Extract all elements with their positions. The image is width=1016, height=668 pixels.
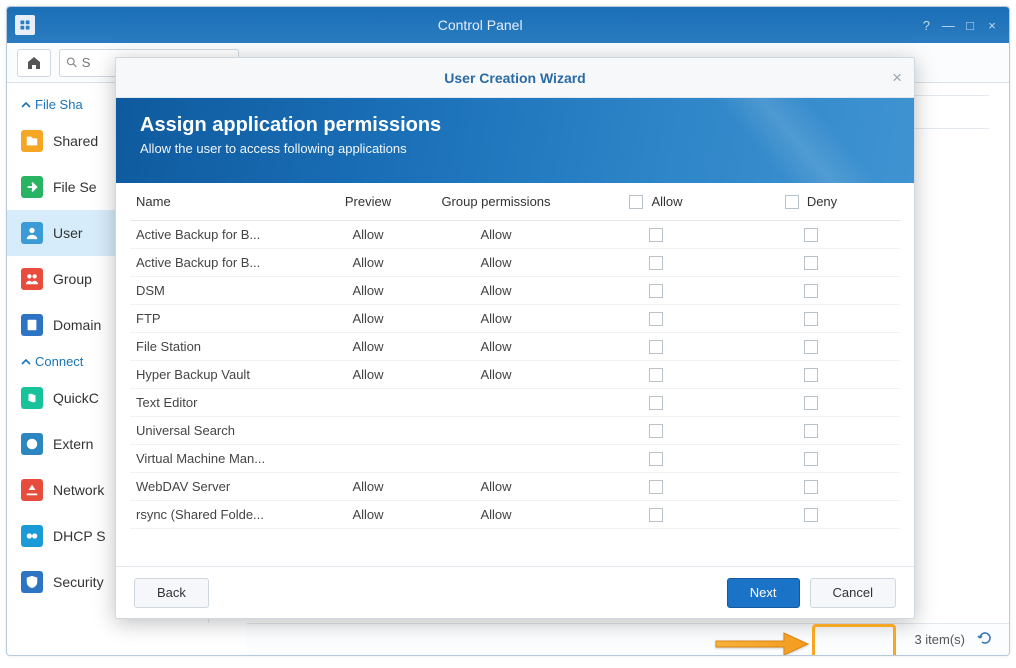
app-name: Text Editor (130, 395, 320, 410)
deny-checkbox[interactable] (804, 396, 818, 410)
app-name: WebDAV Server (130, 479, 320, 494)
permission-row: Active Backup for B...AllowAllow (130, 249, 900, 277)
col-name[interactable]: Name (130, 194, 320, 209)
app-group-perm: Allow (416, 479, 576, 494)
deny-checkbox[interactable] (804, 452, 818, 466)
allow-checkbox[interactable] (649, 228, 663, 242)
modal-footer: Back Next Cancel (116, 566, 914, 618)
permission-row: File StationAllowAllow (130, 333, 900, 361)
allow-checkbox[interactable] (649, 480, 663, 494)
deny-checkbox[interactable] (804, 340, 818, 354)
permission-row: FTPAllowAllow (130, 305, 900, 333)
allow-checkbox[interactable] (649, 368, 663, 382)
modal-subheading: Allow the user to access following appli… (140, 141, 890, 156)
permissions-header: Name Preview Group permissions Allow Den… (130, 183, 900, 221)
app-group-perm: Allow (416, 367, 576, 382)
permission-row: Text Editor (130, 389, 900, 417)
col-preview[interactable]: Preview (320, 194, 416, 209)
col-deny[interactable]: Deny (736, 194, 886, 209)
control-panel-window: Control Panel ? — □ × File Sha SharedFil… (6, 6, 1010, 656)
app-preview: Allow (320, 255, 416, 270)
modal-heading: Assign application permissions (140, 114, 890, 137)
app-preview: Allow (320, 283, 416, 298)
app-preview: Allow (320, 367, 416, 382)
allow-checkbox[interactable] (649, 256, 663, 270)
allow-checkbox[interactable] (649, 508, 663, 522)
deny-checkbox[interactable] (804, 508, 818, 522)
app-group-perm: Allow (416, 311, 576, 326)
app-name: File Station (130, 339, 320, 354)
app-group-perm: Allow (416, 283, 576, 298)
app-preview: Allow (320, 227, 416, 242)
allow-checkbox[interactable] (649, 396, 663, 410)
allow-all-checkbox[interactable] (629, 195, 643, 209)
app-name: Hyper Backup Vault (130, 367, 320, 382)
col-allow[interactable]: Allow (576, 194, 736, 209)
app-name: DSM (130, 283, 320, 298)
permission-row: Hyper Backup VaultAllowAllow (130, 361, 900, 389)
deny-checkbox[interactable] (804, 424, 818, 438)
app-group-perm: Allow (416, 507, 576, 522)
permission-row: DSMAllowAllow (130, 277, 900, 305)
back-button[interactable]: Back (134, 578, 209, 608)
modal-close-button[interactable]: × (892, 68, 902, 88)
permission-row: Virtual Machine Man... (130, 445, 900, 473)
permission-row: rsync (Shared Folde...AllowAllow (130, 501, 900, 529)
app-preview: Allow (320, 311, 416, 326)
modal-banner: Assign application permissions Allow the… (116, 98, 914, 183)
app-name: FTP (130, 311, 320, 326)
app-preview: Allow (320, 507, 416, 522)
permission-row: Active Backup for B...AllowAllow (130, 221, 900, 249)
app-preview: Allow (320, 479, 416, 494)
app-name: Active Backup for B... (130, 227, 320, 242)
user-creation-wizard: User Creation Wizard × Assign applicatio… (115, 57, 915, 619)
app-group-perm: Allow (416, 227, 576, 242)
deny-all-checkbox[interactable] (785, 195, 799, 209)
allow-checkbox[interactable] (649, 340, 663, 354)
deny-checkbox[interactable] (804, 480, 818, 494)
deny-checkbox[interactable] (804, 256, 818, 270)
app-group-perm: Allow (416, 339, 576, 354)
deny-checkbox[interactable] (804, 284, 818, 298)
app-preview: Allow (320, 339, 416, 354)
allow-checkbox[interactable] (649, 424, 663, 438)
allow-checkbox[interactable] (649, 284, 663, 298)
permission-row: WebDAV ServerAllowAllow (130, 473, 900, 501)
cancel-button[interactable]: Cancel (810, 578, 896, 608)
next-button[interactable]: Next (727, 578, 800, 608)
modal-title: User Creation Wizard (444, 70, 585, 86)
permissions-table: Name Preview Group permissions Allow Den… (116, 183, 914, 566)
col-group[interactable]: Group permissions (416, 194, 576, 209)
deny-checkbox[interactable] (804, 228, 818, 242)
allow-checkbox[interactable] (649, 452, 663, 466)
deny-checkbox[interactable] (804, 368, 818, 382)
app-name: rsync (Shared Folde... (130, 507, 320, 522)
app-name: Virtual Machine Man... (130, 451, 320, 466)
app-group-perm: Allow (416, 255, 576, 270)
app-name: Universal Search (130, 423, 320, 438)
app-name: Active Backup for B... (130, 255, 320, 270)
allow-checkbox[interactable] (649, 312, 663, 326)
permission-row: Universal Search (130, 417, 900, 445)
deny-checkbox[interactable] (804, 312, 818, 326)
modal-titlebar: User Creation Wizard × (116, 58, 914, 98)
